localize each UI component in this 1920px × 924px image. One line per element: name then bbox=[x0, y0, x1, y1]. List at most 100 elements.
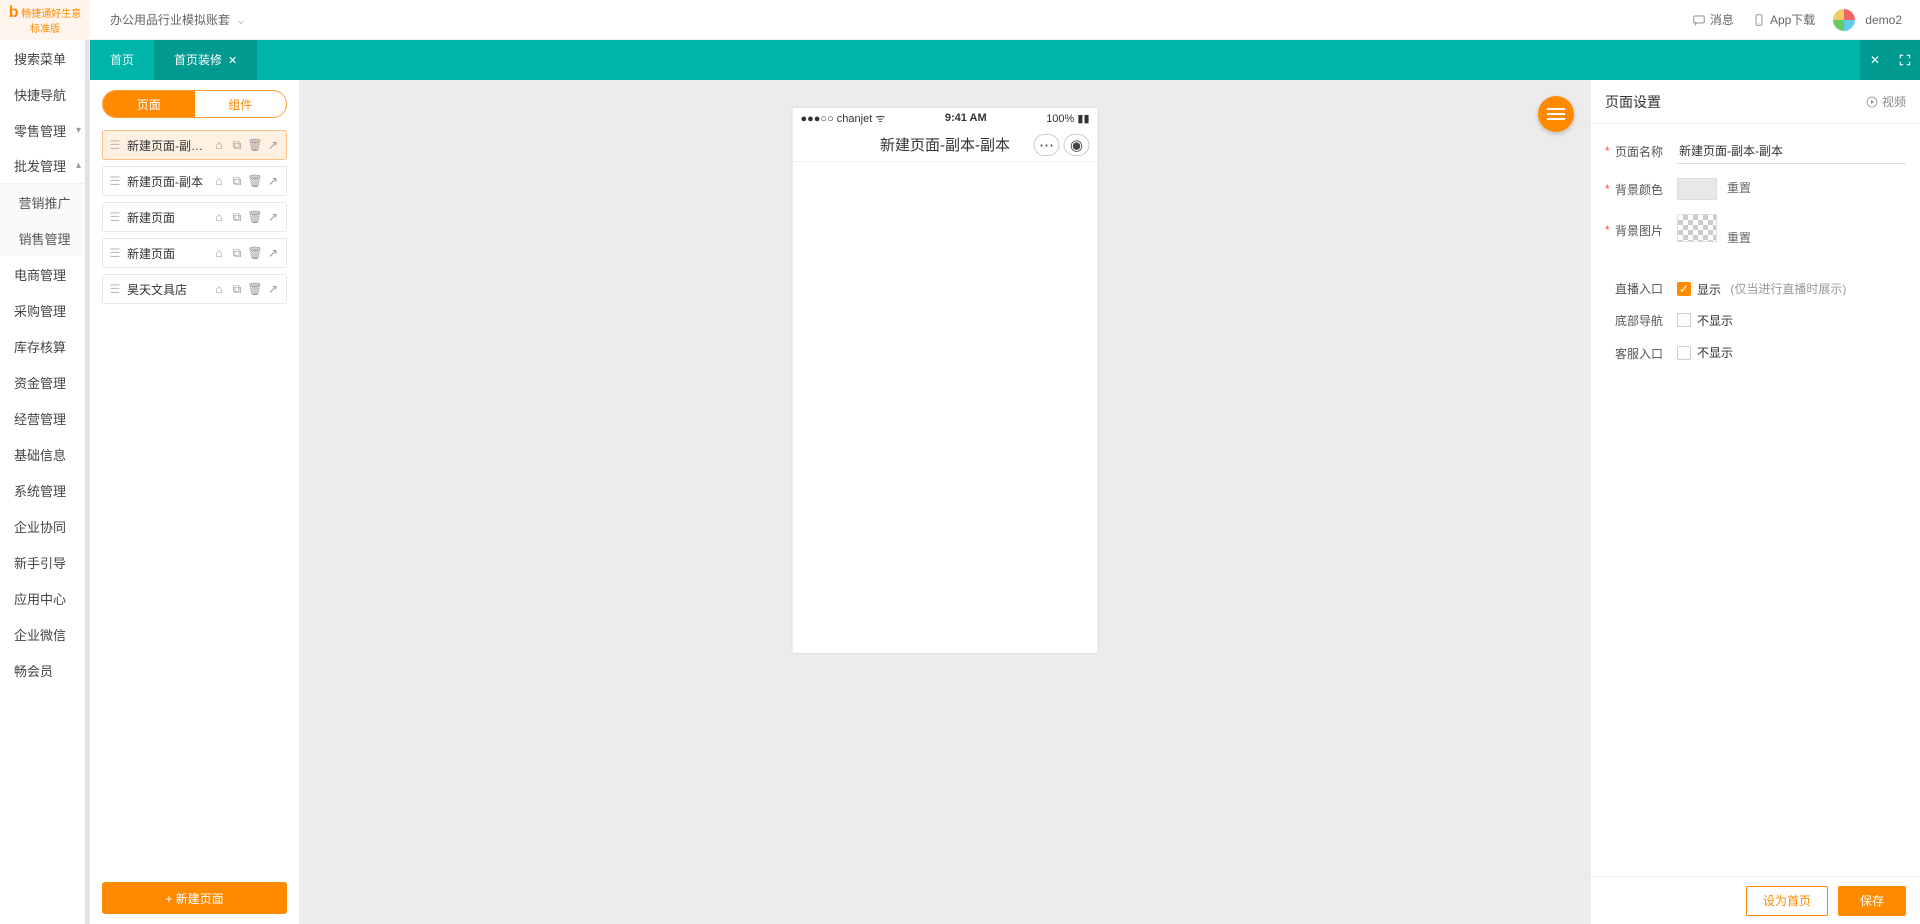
page-item-label: 新建页面-副本... bbox=[127, 137, 212, 154]
drag-icon[interactable]: ☰ bbox=[109, 210, 121, 224]
sidebar-item-appstore[interactable]: 应用中心 bbox=[0, 580, 89, 616]
live-show-checkbox[interactable]: ✓显示 bbox=[1677, 281, 1721, 298]
delete-icon[interactable]: 🗑 bbox=[248, 282, 262, 296]
sidebar-scrollbar[interactable] bbox=[85, 40, 89, 924]
brand-sub: 标准版 bbox=[30, 20, 60, 35]
bg-image-picker[interactable] bbox=[1677, 214, 1717, 242]
delete-icon[interactable]: 🗑 bbox=[248, 210, 262, 224]
logo[interactable]: b 畅捷通好生意 标准版 bbox=[0, 0, 90, 40]
settings-header: 页面设置 视频 bbox=[1591, 80, 1920, 124]
user-menu[interactable]: demo2 bbox=[1833, 9, 1902, 31]
page-item-3[interactable]: ☰ 新建页面 ⌂ ⧉ 🗑 ↗ bbox=[102, 238, 287, 268]
copy-icon[interactable]: ⧉ bbox=[230, 174, 244, 188]
copy-icon[interactable]: ⧉ bbox=[230, 138, 244, 152]
home-icon[interactable]: ⌂ bbox=[212, 246, 226, 260]
share-icon[interactable]: ↗ bbox=[266, 246, 280, 260]
settings-footer: 设为首页 保存 bbox=[1591, 876, 1920, 924]
sidebar-item-system[interactable]: 系统管理 bbox=[0, 472, 89, 508]
chevron-down-icon: ▾ bbox=[76, 125, 81, 136]
phone-preview: ●●●○○ chanjet ᯤ 9:41 AM 100% ▮▮ 新建页面-副本-… bbox=[793, 108, 1098, 653]
topbar: b 畅捷通好生意 标准版 办公用品行业模拟账套 ⌄ 消息 App下载 demo2 bbox=[0, 0, 1920, 40]
home-icon[interactable]: ⌂ bbox=[212, 282, 226, 296]
wifi-icon: ᯤ bbox=[875, 113, 885, 125]
drag-icon[interactable]: ☰ bbox=[109, 282, 121, 296]
miniprogram-more-button[interactable]: ⋯ bbox=[1034, 134, 1060, 156]
checkbox-icon bbox=[1677, 313, 1691, 327]
copy-icon[interactable]: ⧉ bbox=[230, 246, 244, 260]
sidebar-item-member[interactable]: 畅会员 bbox=[0, 652, 89, 688]
fullscreen-button[interactable] bbox=[1890, 40, 1920, 80]
messages-button[interactable]: 消息 bbox=[1692, 11, 1734, 28]
chevron-down-icon: ⌄ bbox=[236, 13, 246, 27]
copy-icon[interactable]: ⧉ bbox=[230, 210, 244, 224]
sidebar-items: 搜索菜单 快捷导航 零售管理▾ 批发管理▴ 营销推广 销售管理 电商管理 采购管… bbox=[0, 40, 89, 688]
save-button[interactable]: 保存 bbox=[1838, 886, 1906, 916]
tabbar-close-button[interactable]: ✕ bbox=[1860, 40, 1890, 80]
fab-menu-button[interactable] bbox=[1538, 96, 1574, 132]
sidebar-item-inventory[interactable]: 库存核算 bbox=[0, 328, 89, 364]
app-download-button[interactable]: App下载 bbox=[1752, 11, 1815, 28]
tab-component[interactable]: 组件 bbox=[195, 91, 287, 117]
close-icon[interactable]: ✕ bbox=[228, 55, 237, 67]
miniprogram-close-button[interactable]: ◉ bbox=[1064, 134, 1090, 156]
tabs-bar: 首页 首页装修✕ ✕ bbox=[90, 40, 1920, 80]
settings-panel: 页面设置 视频 *页面名称 *背景颜色 重置 *背景图片 重置 直播入口 bbox=[1590, 80, 1920, 924]
sidebar-sub-marketing[interactable]: 营销推广 bbox=[0, 184, 89, 220]
phone-icon bbox=[1752, 13, 1766, 27]
page-item-1[interactable]: ☰ 新建页面-副本 ⌂ ⧉ 🗑 ↗ bbox=[102, 166, 287, 196]
sidebar-item-quicknav[interactable]: 快捷导航 bbox=[0, 76, 89, 112]
field-bottom-nav: 底部导航 不显示 bbox=[1605, 312, 1906, 331]
bottom-nav-checkbox[interactable]: 不显示 bbox=[1677, 312, 1733, 329]
delete-icon[interactable]: 🗑 bbox=[248, 174, 262, 188]
drag-icon[interactable]: ☰ bbox=[109, 246, 121, 260]
drag-icon[interactable]: ☰ bbox=[109, 138, 121, 152]
page-item-0[interactable]: ☰ 新建页面-副本... ⌂ ⧉ 🗑 ↗ bbox=[102, 130, 287, 160]
sidebar-item-ecommerce[interactable]: 电商管理 bbox=[0, 256, 89, 292]
share-icon[interactable]: ↗ bbox=[266, 138, 280, 152]
sidebar-item-guide[interactable]: 新手引导 bbox=[0, 544, 89, 580]
share-icon[interactable]: ↗ bbox=[266, 210, 280, 224]
tab-page[interactable]: 页面 bbox=[103, 91, 195, 117]
copy-icon[interactable]: ⧉ bbox=[230, 282, 244, 296]
sidebar-item-search[interactable]: 搜索菜单 bbox=[0, 40, 89, 76]
bg-color-swatch[interactable] bbox=[1677, 178, 1717, 200]
home-icon[interactable]: ⌂ bbox=[212, 210, 226, 224]
share-icon[interactable]: ↗ bbox=[266, 282, 280, 296]
sidebar-item-operation[interactable]: 经营管理 bbox=[0, 400, 89, 436]
delete-icon[interactable]: 🗑 bbox=[248, 246, 262, 260]
tab-home[interactable]: 首页 bbox=[90, 40, 154, 80]
page-name-input[interactable] bbox=[1677, 138, 1906, 164]
set-home-button[interactable]: 设为首页 bbox=[1746, 886, 1828, 916]
delete-icon[interactable]: 🗑 bbox=[248, 138, 262, 152]
video-link[interactable]: 视频 bbox=[1866, 93, 1906, 110]
bg-image-reset[interactable]: 重置 bbox=[1727, 231, 1751, 245]
account-name: 办公用品行业模拟账套 bbox=[110, 11, 230, 28]
page-component-switch: 页面 组件 bbox=[102, 90, 287, 118]
new-page-button[interactable]: + 新建页面 bbox=[102, 882, 287, 914]
home-icon[interactable]: ⌂ bbox=[212, 138, 226, 152]
checkbox-icon bbox=[1677, 346, 1691, 360]
pages-panel: 页面 组件 ☰ 新建页面-副本... ⌂ ⧉ 🗑 ↗ ☰ 新建页面-副本 ⌂ ⧉ 🗑… bbox=[90, 80, 300, 924]
sidebar-sub-sales[interactable]: 销售管理 bbox=[0, 220, 89, 256]
account-switcher[interactable]: 办公用品行业模拟账套 ⌄ bbox=[110, 11, 246, 28]
sidebar-item-purchase[interactable]: 采购管理 bbox=[0, 292, 89, 328]
sidebar-item-wholesale[interactable]: 批发管理▴ bbox=[0, 148, 89, 184]
miniprogram-header: 新建页面-副本-副本 ⋯ ◉ bbox=[793, 128, 1098, 162]
page-item-4[interactable]: ☰ 昊天文具店 ⌂⧉🗑↗ bbox=[102, 274, 287, 304]
service-checkbox[interactable]: 不显示 bbox=[1677, 344, 1733, 361]
page-item-2[interactable]: ☰ 新建页面 ⌂⧉🗑↗ bbox=[102, 202, 287, 232]
page-item-label: 新建页面-副本 bbox=[127, 173, 212, 190]
bg-color-reset[interactable]: 重置 bbox=[1727, 181, 1751, 195]
sidebar-item-finance[interactable]: 资金管理 bbox=[0, 364, 89, 400]
sidebar-item-retail[interactable]: 零售管理▾ bbox=[0, 112, 89, 148]
tab-decoration[interactable]: 首页装修✕ bbox=[154, 40, 257, 80]
field-page-name: *页面名称 bbox=[1605, 138, 1906, 164]
drag-icon[interactable]: ☰ bbox=[109, 174, 121, 188]
sidebar-item-collab[interactable]: 企业协同 bbox=[0, 508, 89, 544]
share-icon[interactable]: ↗ bbox=[266, 174, 280, 188]
sidebar-item-wechat[interactable]: 企业微信 bbox=[0, 616, 89, 652]
home-icon[interactable]: ⌂ bbox=[212, 174, 226, 188]
page-item-label: 新建页面 bbox=[127, 245, 212, 262]
avatar-icon bbox=[1833, 9, 1855, 31]
sidebar-item-basic[interactable]: 基础信息 bbox=[0, 436, 89, 472]
